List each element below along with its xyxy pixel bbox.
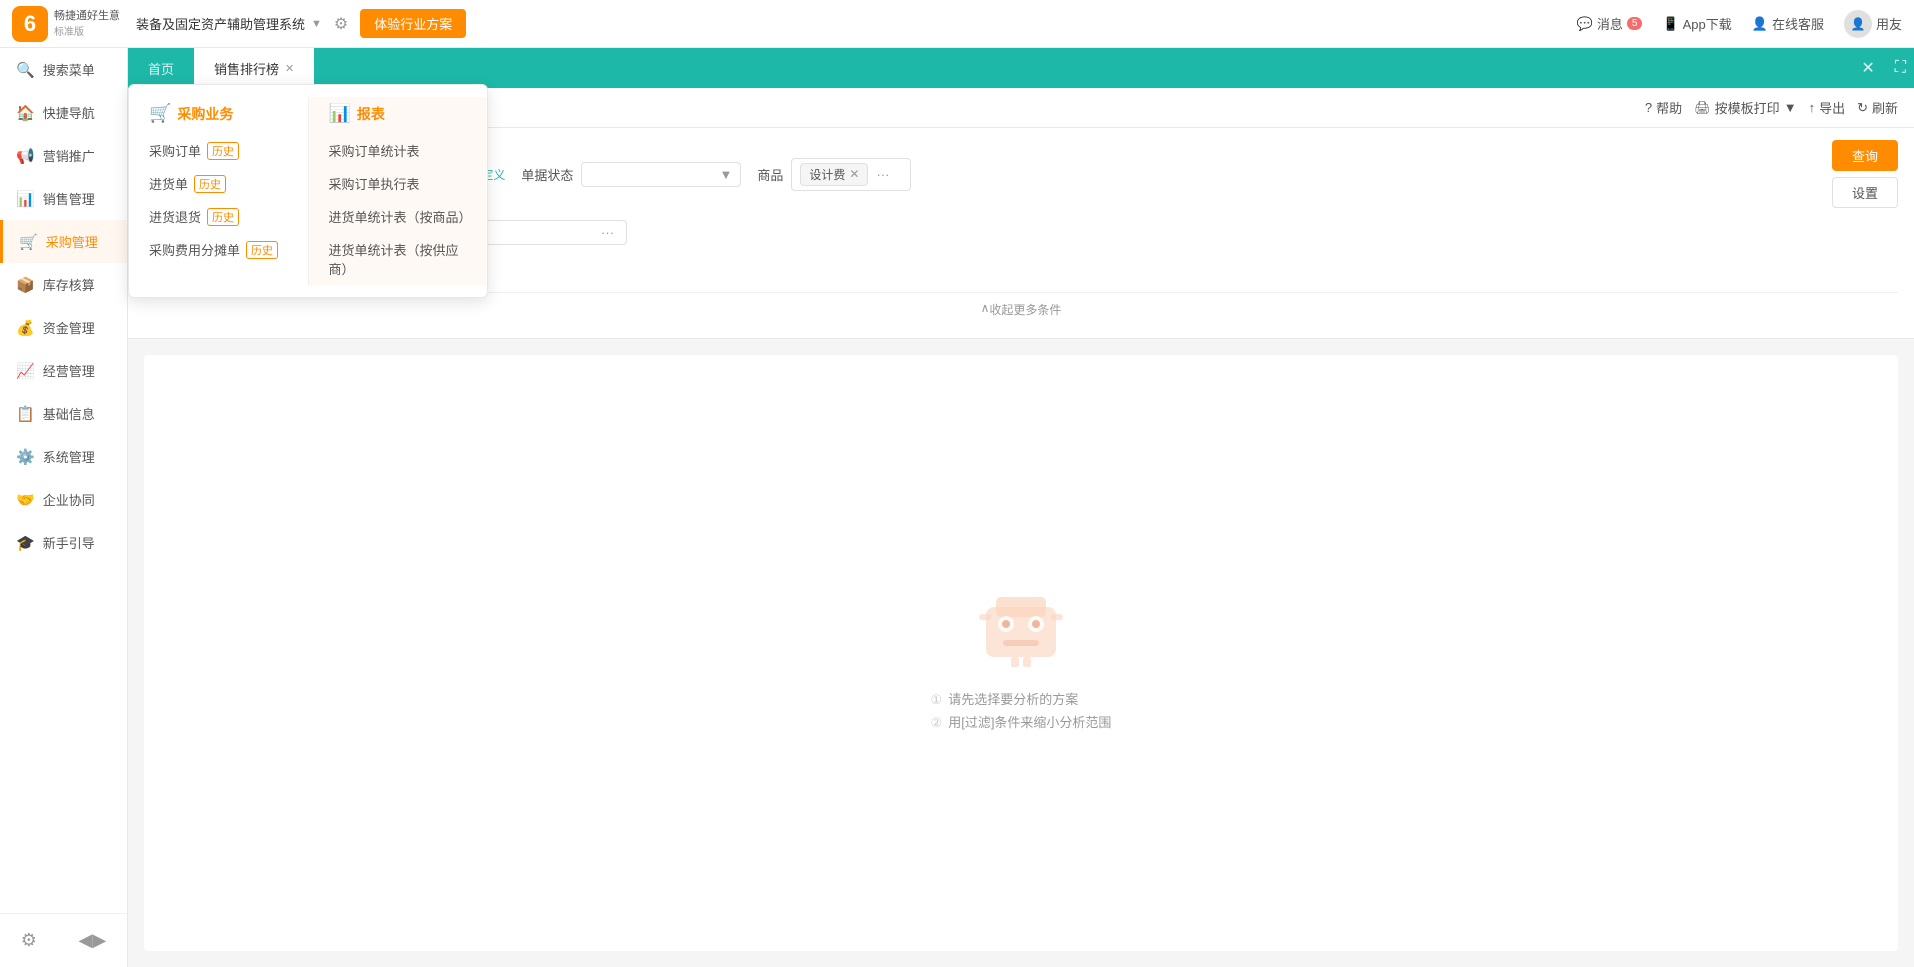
help-btn[interactable]: ? 帮助 bbox=[1645, 98, 1682, 117]
menu-item-return[interactable]: 进货退货 历史 bbox=[141, 200, 296, 233]
report-col-icon: 📊 bbox=[329, 103, 351, 124]
menu-col-purchase: 🛒 采购业务 采购订单 历史 进货单 历史 进货退货 历史 采购费用分摊单 历史 bbox=[129, 97, 308, 285]
sidebar-item-operations[interactable]: 📈 经营管理 bbox=[0, 349, 127, 392]
system-icon: ⚙️ bbox=[16, 448, 35, 466]
sidebar-settings-btn[interactable]: ⚙ bbox=[13, 922, 45, 959]
search-icon: 🔍 bbox=[16, 61, 35, 79]
message-icon: 💬 bbox=[1577, 16, 1593, 32]
status-label: 单据状态 bbox=[521, 165, 573, 184]
tab-home[interactable]: 首页 bbox=[128, 48, 194, 88]
status-filter-group: 单据状态 ▼ bbox=[521, 162, 741, 187]
sales-icon: 📊 bbox=[16, 190, 35, 208]
user-menu[interactable]: 👤 用友 bbox=[1844, 10, 1902, 38]
tab-bar: 首页 销售排行榜 ✕ ✕ ⛶ bbox=[128, 48, 1914, 88]
basic-info-icon: 📋 bbox=[16, 405, 35, 423]
hist-badge-1[interactable]: 历史 bbox=[194, 175, 226, 193]
hist-badge-3[interactable]: 历史 bbox=[246, 241, 278, 259]
sidebar: 🔍 搜索菜单 🏠 快捷导航 📢 营销推广 📊 销售管理 🛒 采购管理 📦 bbox=[0, 48, 128, 967]
guide-icon: 🎓 bbox=[16, 534, 35, 552]
collapse-icon: ∧ bbox=[981, 301, 990, 318]
sidebar-item-enterprise[interactable]: 🤝 企业协同 bbox=[0, 478, 127, 521]
goods-ellipsis[interactable]: ··· bbox=[872, 167, 893, 182]
marketing-icon: 📢 bbox=[16, 147, 35, 165]
print-template-btn[interactable]: 🖨 按模板打印 ▼ bbox=[1694, 98, 1796, 117]
menu-col-report-title: 📊 报表 bbox=[321, 97, 476, 134]
goods-tag-close[interactable]: ✕ bbox=[849, 167, 859, 181]
enterprise-icon: 🤝 bbox=[16, 491, 35, 509]
refresh-btn[interactable]: ↻ 刷新 bbox=[1857, 98, 1898, 117]
export-btn[interactable]: ↑ 导出 bbox=[1809, 98, 1846, 117]
messages-btn[interactable]: 💬 消息 5 bbox=[1577, 14, 1643, 33]
tab-bar-expand-btn[interactable]: ⛶ bbox=[1887, 59, 1914, 77]
menu-item-po-stats[interactable]: 采购订单统计表 bbox=[321, 134, 476, 167]
app-download-btn[interactable]: 📱 App下载 bbox=[1662, 14, 1731, 33]
goods-label: 商品 bbox=[757, 165, 783, 184]
logo-text: 畅捷通好生意 bbox=[54, 9, 120, 23]
tab-close-icon[interactable]: ✕ bbox=[285, 62, 294, 75]
print-dropdown-icon: ▼ bbox=[1784, 100, 1797, 115]
top-bar: 6 畅捷通好生意 标准版 装备及固定资产辅助管理系统 ▼ ⚙ 体验行业方案 💬 … bbox=[0, 0, 1914, 48]
empty-hint: ① 请先选择要分析的方案 ② 用[过滤]条件来缩小分析范围 bbox=[931, 688, 1112, 735]
hist-badge-0[interactable]: 历史 bbox=[207, 142, 239, 160]
sidebar-item-marketing[interactable]: 📢 营销推广 bbox=[0, 134, 127, 177]
sidebar-item-inventory[interactable]: 📦 库存核算 bbox=[0, 263, 127, 306]
logo-sub: 标准版 bbox=[54, 23, 120, 38]
settings-icon[interactable]: ⚙ bbox=[334, 14, 348, 34]
tab-bar-close-btn[interactable]: ✕ bbox=[1849, 58, 1886, 78]
top-right: 💬 消息 5 📱 App下载 👤 在线客服 👤 用友 bbox=[1577, 10, 1902, 38]
message-badge: 5 bbox=[1627, 17, 1643, 30]
goods-select[interactable]: 设计费 ✕ ··· bbox=[791, 158, 911, 191]
sidebar-item-guide[interactable]: 🎓 新手引导 bbox=[0, 521, 127, 564]
purchase-dropdown-menu: 🛒 采购业务 采购订单 历史 进货单 历史 进货退货 历史 采购费用分摊单 历史 bbox=[128, 84, 488, 298]
query-btn[interactable]: 查询 bbox=[1832, 140, 1898, 171]
menu-col-report: 📊 报表 采购订单统计表 采购订单执行表 进货单统计表（按商品） 进货单统计表（… bbox=[308, 97, 488, 285]
logo-area: 6 畅捷通好生意 标准版 bbox=[12, 6, 120, 42]
empty-icon bbox=[961, 572, 1081, 672]
sidebar-item-basic-info[interactable]: 📋 基础信息 bbox=[0, 392, 127, 435]
service-icon: 👤 bbox=[1752, 16, 1768, 32]
menu-item-expense[interactable]: 采购费用分摊单 历史 bbox=[141, 233, 296, 266]
empty-state: ① 请先选择要分析的方案 ② 用[过滤]条件来缩小分析范围 bbox=[144, 355, 1898, 951]
menu-col-purchase-title: 🛒 采购业务 bbox=[141, 97, 296, 134]
phone-icon: 📱 bbox=[1662, 16, 1678, 32]
sidebar-item-sales[interactable]: 📊 销售管理 bbox=[0, 177, 127, 220]
app-logo: 6 bbox=[12, 6, 48, 42]
avatar: 👤 bbox=[1844, 10, 1872, 38]
print-icon: 🖨 bbox=[1694, 100, 1711, 116]
sidebar-item-search[interactable]: 🔍 搜索菜单 bbox=[0, 48, 127, 91]
industry-btn[interactable]: 体验行业方案 bbox=[360, 9, 466, 38]
sidebar-item-nav[interactable]: 🏠 快捷导航 bbox=[0, 91, 127, 134]
system-title: 装备及固定资产辅助管理系统 bbox=[136, 14, 305, 33]
sidebar-bottom: ⚙ ◀▶ bbox=[0, 913, 127, 967]
system-dropdown-icon[interactable]: ▼ bbox=[311, 18, 322, 30]
menu-item-receipt-stats-goods[interactable]: 进货单统计表（按商品） bbox=[321, 200, 476, 233]
hist-badge-2[interactable]: 历史 bbox=[207, 208, 239, 226]
salesman-ellipsis[interactable]: ··· bbox=[597, 225, 618, 240]
home-icon: 🏠 bbox=[16, 104, 35, 122]
finance-icon: 💰 bbox=[16, 319, 35, 337]
goods-filter-group: 商品 设计费 ✕ ··· bbox=[757, 158, 911, 191]
menu-item-receipt[interactable]: 进货单 历史 bbox=[141, 167, 296, 200]
refresh-icon: ↻ bbox=[1857, 100, 1868, 116]
goods-tag: 设计费 ✕ bbox=[800, 163, 868, 186]
status-select-arrow: ▼ bbox=[719, 167, 732, 182]
online-service-btn[interactable]: 👤 在线客服 bbox=[1752, 14, 1824, 33]
settings-btn[interactable]: 设置 bbox=[1832, 177, 1898, 208]
menu-item-purchase-order[interactable]: 采购订单 历史 bbox=[141, 134, 296, 167]
operations-icon: 📈 bbox=[16, 362, 35, 380]
inventory-icon: 📦 bbox=[16, 276, 35, 294]
filter-actions: 查询 设置 bbox=[1832, 140, 1898, 208]
sidebar-item-finance[interactable]: 💰 资金管理 bbox=[0, 306, 127, 349]
tab-sales-rank[interactable]: 销售排行榜 ✕ bbox=[194, 48, 314, 88]
sidebar-item-system[interactable]: ⚙️ 系统管理 bbox=[0, 435, 127, 478]
sidebar-collapse-btn[interactable]: ◀▶ bbox=[71, 922, 115, 959]
export-icon: ↑ bbox=[1809, 100, 1816, 115]
menu-item-receipt-stats-supplier[interactable]: 进货单统计表（按供应商） bbox=[321, 233, 476, 285]
help-icon: ? bbox=[1645, 100, 1652, 115]
menu-item-po-exec[interactable]: 采购订单执行表 bbox=[321, 167, 476, 200]
status-select[interactable]: ▼ bbox=[581, 162, 741, 187]
purchase-col-icon: 🛒 bbox=[149, 103, 171, 124]
purchase-icon: 🛒 bbox=[19, 233, 38, 251]
sidebar-item-purchase[interactable]: 🛒 采购管理 bbox=[0, 220, 127, 263]
